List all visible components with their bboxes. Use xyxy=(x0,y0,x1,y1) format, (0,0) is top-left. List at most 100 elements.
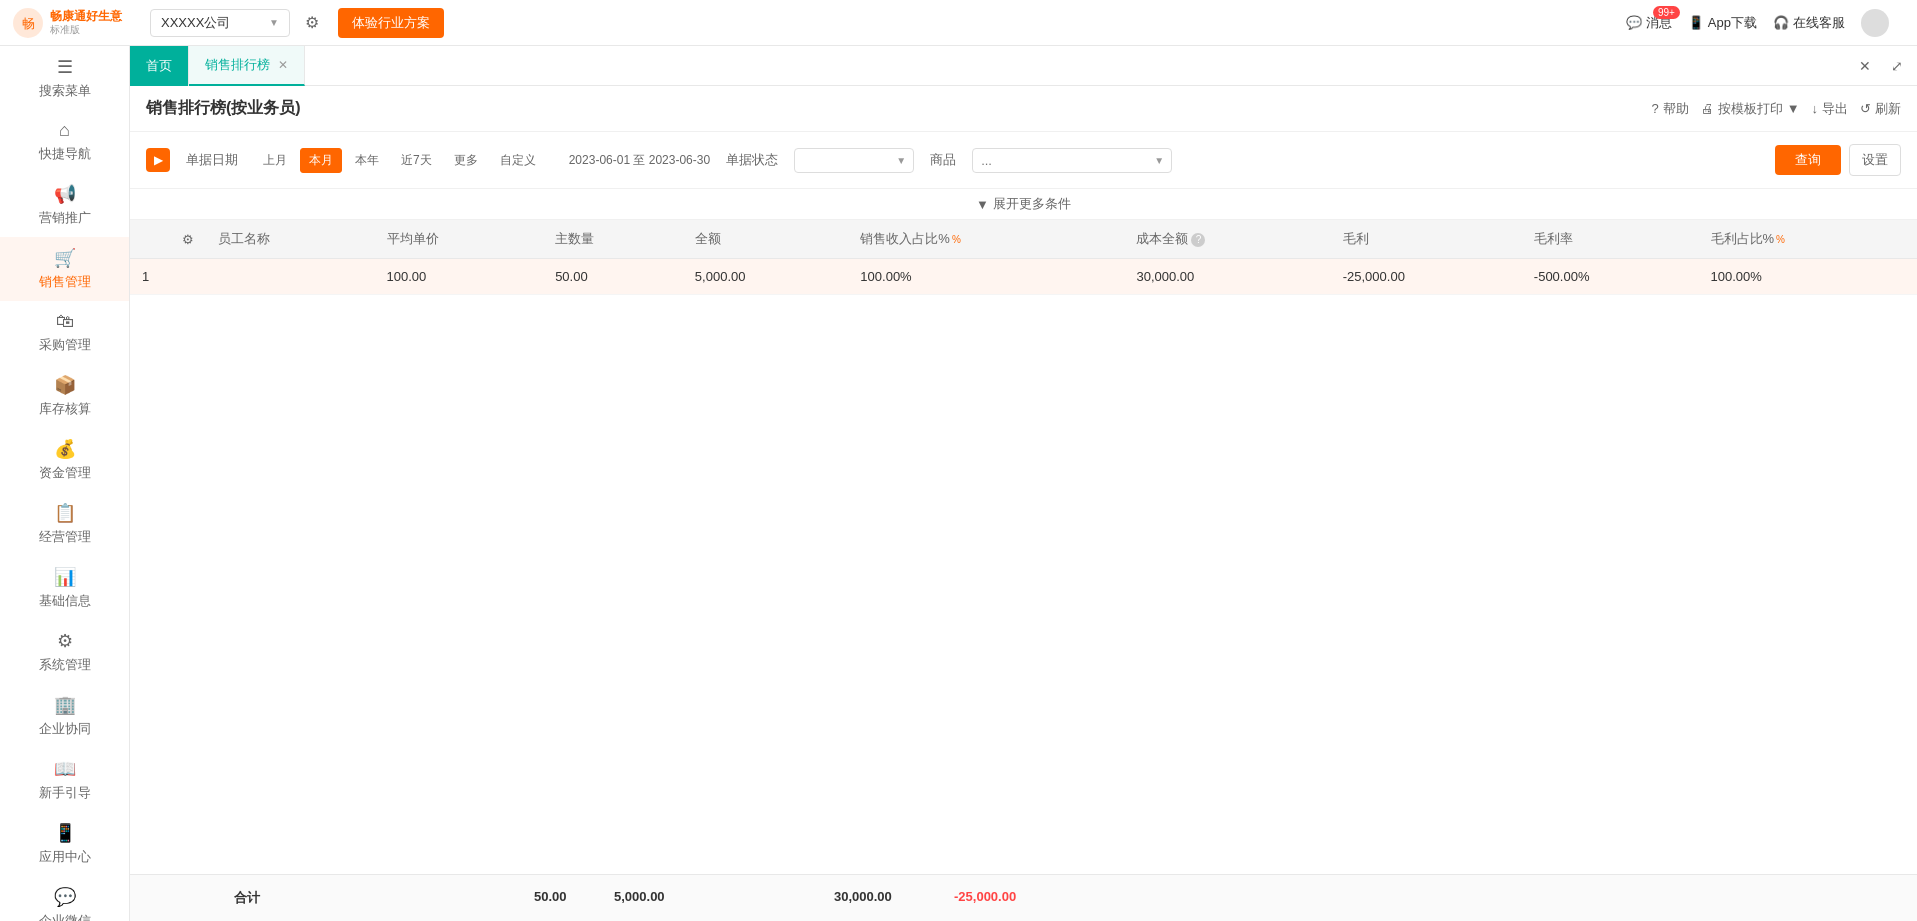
expand-label: 展开更多条件 xyxy=(993,195,1071,213)
footer-total-label: 合计 xyxy=(222,883,422,913)
toggle-arrow-button[interactable]: ▶ xyxy=(146,148,170,172)
th-gross: 毛利 xyxy=(1331,220,1522,259)
sidebar-item-finance[interactable]: 💰 资金管理 xyxy=(0,428,129,492)
sidebar-item-label: 销售管理 xyxy=(39,273,91,291)
online-service-button[interactable]: 🎧 在线客服 xyxy=(1773,14,1845,32)
sidebar-item-search[interactable]: ☰ 搜索菜单 xyxy=(0,46,129,110)
sidebar-item-apps[interactable]: 📱 应用中心 xyxy=(0,812,129,876)
sidebar-item-marketing[interactable]: 📢 营销推广 xyxy=(0,173,129,237)
footer-label xyxy=(142,883,222,913)
trial-button[interactable]: 体验行业方案 xyxy=(338,8,444,38)
tab-sales-ranking[interactable]: 销售排行榜 ✕ xyxy=(189,46,305,86)
date-tab-7days[interactable]: 近7天 xyxy=(392,148,441,173)
export-icon: ↓ xyxy=(1812,101,1819,116)
purchase-icon: 🛍 xyxy=(56,311,74,332)
company-selector[interactable]: XXXXX公司 ▼ xyxy=(150,9,290,37)
app-download-button[interactable]: 📱 App下载 xyxy=(1688,14,1757,32)
sidebar-item-label: 资金管理 xyxy=(39,464,91,482)
status-label: 单据状态 xyxy=(726,151,778,169)
enterprise-icon: 🏢 xyxy=(54,694,76,716)
td-sales-pct: 100.00% xyxy=(848,259,1124,295)
filter-row: ▶ 单据日期 上月 本月 本年 近7天 更多 自定义 2023 xyxy=(146,144,1901,176)
td-gross: -25,000.00 xyxy=(1331,259,1522,295)
filter-area: ▶ 单据日期 上月 本月 本年 近7天 更多 自定义 2023 xyxy=(130,132,1917,189)
footer-sales-pct xyxy=(702,883,822,913)
date-tab-custom[interactable]: 自定义 xyxy=(491,148,545,173)
expand-button[interactable]: ▼ 展开更多条件 xyxy=(976,195,1071,213)
sidebar-item-wechat[interactable]: 💬 企业微信 xyxy=(0,876,129,921)
sidebar-item-base[interactable]: 📊 基础信息 xyxy=(0,556,129,620)
td-settings xyxy=(170,259,206,295)
tab-close-button[interactable]: ✕ xyxy=(1853,54,1877,78)
table-container: ⚙ 员工名称 平均单价 主数量 全额 销售收入占比%% 成本全 xyxy=(130,220,1917,874)
print-arrow-icon: ▼ xyxy=(1787,101,1800,116)
headset-icon: 🎧 xyxy=(1773,15,1789,30)
th-amount: 全额 xyxy=(683,220,848,259)
sidebar-item-label: 营销推广 xyxy=(39,209,91,227)
sidebar-item-inventory[interactable]: 📦 库存核算 xyxy=(0,364,129,428)
logo-title: 畅康通好生意 xyxy=(50,9,122,23)
footer-cost: 30,000.00 xyxy=(822,883,942,913)
page-wrapper: 销售排行榜(按业务员) ? 帮助 🖨 按模板打印 ▼ xyxy=(130,86,1917,921)
sales-pct-icon[interactable]: % xyxy=(952,234,961,245)
refresh-button[interactable]: ↺ 刷新 xyxy=(1860,100,1901,118)
footer-row: 合计 50.00 5,000.00 30,000.00 -25,000.00 xyxy=(142,883,1905,913)
logo-area: 畅 畅康通好生意 标准版 xyxy=(12,7,142,39)
sidebar: ☰ 搜索菜单 ⌂ 快捷导航 📢 营销推广 🛒 销售管理 🛍 采购管理 📦 库 xyxy=(0,46,130,921)
export-button[interactable]: ↓ 导出 xyxy=(1812,100,1849,118)
sidebar-item-enterprise[interactable]: 🏢 企业协同 xyxy=(0,684,129,748)
sidebar-item-nav[interactable]: ⌂ 快捷导航 xyxy=(0,110,129,173)
footer-gross: -25,000.00 xyxy=(942,883,1042,913)
inventory-icon: 📦 xyxy=(54,374,76,396)
status-select[interactable] xyxy=(794,148,914,173)
td-cost: 30,000.00 xyxy=(1124,259,1330,295)
page-title: 销售排行榜(按业务员) xyxy=(146,98,1651,119)
table-header-row: ⚙ 员工名称 平均单价 主数量 全额 销售收入占比%% 成本全 xyxy=(130,220,1917,259)
template-print-button[interactable]: 🖨 按模板打印 ▼ xyxy=(1701,100,1800,118)
svg-text:畅: 畅 xyxy=(22,16,35,31)
settings-button[interactable]: 设置 xyxy=(1849,144,1901,176)
message-button[interactable]: 💬 消息 99+ xyxy=(1626,14,1672,32)
sidebar-item-label: 快捷导航 xyxy=(39,145,91,163)
app-download-label: App下载 xyxy=(1708,14,1757,32)
avatar[interactable] xyxy=(1861,9,1889,37)
tab-home[interactable]: 首页 xyxy=(130,46,189,86)
export-label: 导出 xyxy=(1822,100,1848,118)
tab-sales-ranking-label: 销售排行榜 xyxy=(205,56,270,74)
date-tab-prev-month[interactable]: 上月 xyxy=(254,148,296,173)
tab-expand-button[interactable]: ⤢ xyxy=(1885,54,1909,78)
td-qty: 50.00 xyxy=(543,259,683,295)
logo-subtitle: 标准版 xyxy=(50,24,122,36)
td-avg-price: 100.00 xyxy=(375,259,544,295)
sidebar-item-guide[interactable]: 📖 新手引导 xyxy=(0,748,129,812)
sidebar-item-label: 新手引导 xyxy=(39,784,91,802)
tab-actions: ✕ ⤢ xyxy=(1853,54,1917,78)
sidebar-item-system[interactable]: ⚙ 系统管理 xyxy=(0,620,129,684)
sidebar-item-purchase[interactable]: 🛍 采购管理 xyxy=(0,301,129,364)
th-avg-price: 平均单价 xyxy=(375,220,544,259)
date-tab-more[interactable]: 更多 xyxy=(445,148,487,173)
sidebar-item-label: 搜索菜单 xyxy=(39,82,91,100)
th-name: 员工名称 xyxy=(206,220,375,259)
guide-icon: 📖 xyxy=(54,758,76,780)
sidebar-item-label: 应用中心 xyxy=(39,848,91,866)
help-icon: ? xyxy=(1651,101,1658,116)
date-range: 2023-06-01 至 2023-06-30 xyxy=(569,152,710,169)
th-settings[interactable]: ⚙ xyxy=(170,220,206,259)
sidebar-item-sales[interactable]: 🛒 销售管理 xyxy=(0,237,129,301)
td-rank: 1 xyxy=(130,259,170,295)
gross-pct-icon[interactable]: % xyxy=(1776,234,1785,245)
cost-tip-icon[interactable]: ? xyxy=(1191,233,1205,247)
gear-button[interactable]: ⚙ xyxy=(298,9,326,37)
expand-row: ▼ 展开更多条件 xyxy=(130,189,1917,220)
sidebar-item-operations[interactable]: 📋 经营管理 xyxy=(0,492,129,556)
query-button[interactable]: 查询 xyxy=(1775,145,1841,175)
date-tab-current-month[interactable]: 本月 xyxy=(300,148,342,173)
goods-input[interactable] xyxy=(972,148,1172,173)
system-icon: ⚙ xyxy=(57,630,73,652)
main-content: 销售排行榜(按业务员) ? 帮助 🖨 按模板打印 ▼ xyxy=(130,86,1917,921)
date-tab-current-year[interactable]: 本年 xyxy=(346,148,388,173)
help-button[interactable]: ? 帮助 xyxy=(1651,100,1688,118)
tab-close-icon[interactable]: ✕ xyxy=(278,58,288,72)
goods-select-wrapper xyxy=(972,148,1172,173)
